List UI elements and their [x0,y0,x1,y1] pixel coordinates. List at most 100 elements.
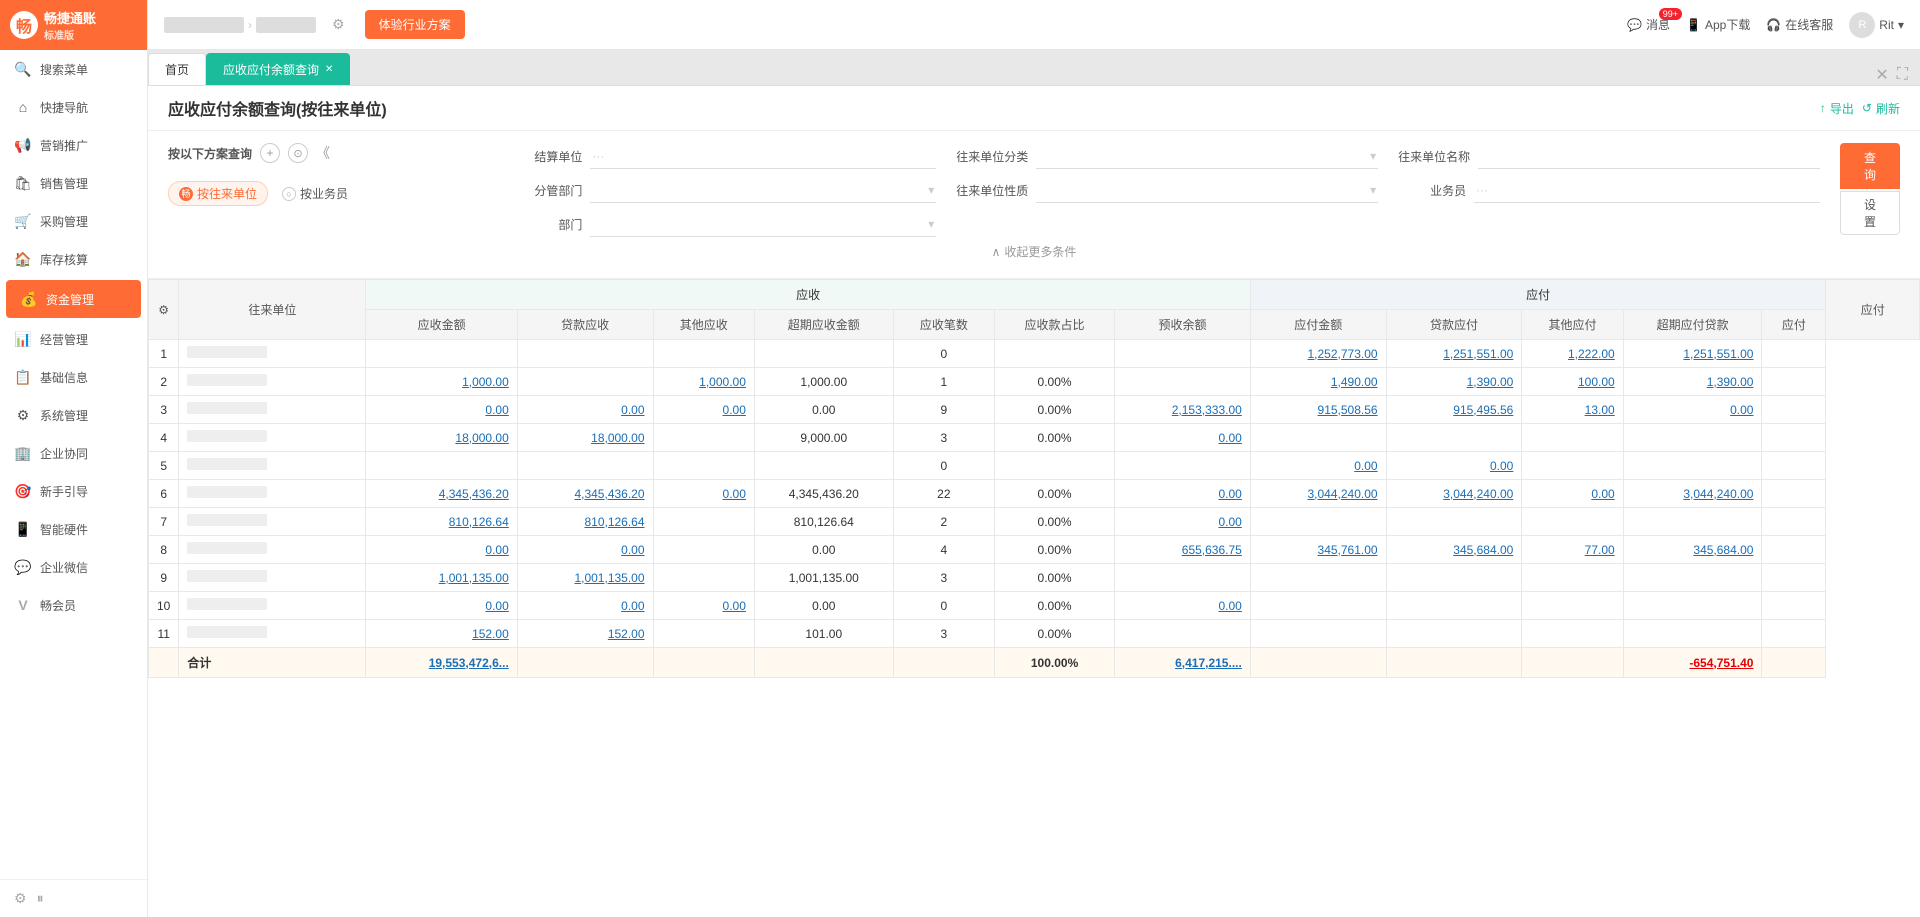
tab-close-icon[interactable]: ✕ [325,64,333,75]
partner-category-input[interactable]: ▾ [1036,143,1378,169]
marketing-icon: 📢 [14,136,32,154]
page-actions: ↑ 导出 ↺ 刷新 [1820,100,1900,117]
service-icon: 🎧 [1766,18,1781,32]
col-ar-other: 其他应收 [653,310,754,340]
tab-ar-ap[interactable]: 应收应付余额查询 ✕ [206,53,350,85]
filter-settings-action-btn[interactable]: 设置 [1840,191,1900,235]
ar-group-header: 应收 [366,280,1250,310]
app-download-btn[interactable]: 📱 App下载 [1686,16,1750,33]
win-expand-icon[interactable]: ⛶ [1897,66,1908,84]
sidebar-label-guide: 新手引导 [40,483,88,500]
sidebar-item-nav[interactable]: ⌂ 快捷导航 [0,88,147,126]
sidebar-item-finance[interactable]: 💰 资金管理 [6,280,141,318]
tab-home[interactable]: 首页 [148,53,206,85]
sidebar-label-corp: 企业协同 [40,445,88,462]
row-num: 3 [149,396,179,424]
sidebar-label-system: 系统管理 [40,407,88,424]
refresh-button[interactable]: ↺ 刷新 [1862,100,1900,117]
top-nav: › ⚙ 体验行业方案 💬 消息 99+ 📱 App下载 🎧 在线客服 [148,0,1920,50]
sidebar-label-inventory: 库存核算 [40,251,88,268]
logo-name: 畅捷通账 [44,8,96,27]
sidebar-label-basic: 基础信息 [40,369,88,386]
sidebar-item-search[interactable]: 🔍 搜索菜单 [0,50,147,88]
export-button[interactable]: ↑ 导出 [1820,100,1854,117]
user-info[interactable]: R Rit ▾ [1849,12,1904,38]
sidebar-item-system[interactable]: ⚙ 系统管理 [0,396,147,434]
guide-icon: 🎯 [14,482,32,500]
table-settings-header[interactable]: ⚙ [149,280,179,340]
app-icon: 📱 [1686,18,1701,32]
sidebar-item-basic[interactable]: 📋 基础信息 [0,358,147,396]
sidebar-label-purchase: 采购管理 [40,213,88,230]
message-btn[interactable]: 💬 消息 99+ [1627,16,1670,33]
online-service-btn[interactable]: 🎧 在线客服 [1766,16,1833,33]
partner-nature-input[interactable]: ▾ [1036,177,1378,203]
row-num: 10 [149,592,179,620]
tabs-bar: 首页 应收应付余额查询 ✕ ✕ ⛶ [148,50,1920,86]
col-ap-loan: 贷款应付 [1386,310,1522,340]
service-label: 在线客服 [1785,16,1833,33]
sidebar-item-purchase[interactable]: 🛒 采购管理 [0,202,147,240]
page-header: 应收应付余额查询(按往来单位) ↑ 导出 ↺ 刷新 [148,86,1920,131]
sidebar-collapse-icon[interactable]: ⏸ [37,890,44,907]
col-ar-prepaid: 预收余额 [1115,310,1251,340]
footer-ap-prepaid[interactable]: 6,417,215.... [1115,648,1251,678]
window-controls: ✕ ⛶ [1875,65,1920,85]
home-icon: ⌂ [14,98,32,116]
extra-col: 应付 [1826,280,1920,340]
row-partner [179,368,366,396]
row-partner [179,620,366,648]
sidebar-item-inventory[interactable]: 🏠 库存核算 [0,240,147,278]
sidebar-label-nav: 快捷导航 [40,99,88,116]
row-partner [179,480,366,508]
query-button[interactable]: 查询 [1840,143,1900,189]
dept-input[interactable]: ▾ [590,177,936,203]
filter-salesperson: 业务员 ··· [1398,177,1820,203]
filter-collapse-button[interactable]: 《 [316,143,330,163]
settlement-unit-input[interactable]: ··· [590,143,936,169]
filter-add-button[interactable]: + [260,143,280,163]
sidebar-item-marketing[interactable]: 📢 营销推广 [0,126,147,164]
page-title: 应收应付余额查询(按往来单位) [168,96,387,120]
member-icon: V [14,596,32,614]
settlement-unit-label: 结算单位 [514,148,582,165]
sidebar-settings-icon[interactable]: ⚙ [14,890,27,907]
collapse-more-btn[interactable]: ∧ 收起更多条件 [168,237,1900,266]
table-footer-row: 合计 19,553,472,6... 100.00% 6,417,215.... [149,648,1920,678]
sidebar-item-sales[interactable]: 🛍 销售管理 [0,164,147,202]
win-close-icon[interactable]: ✕ [1875,65,1888,85]
sidebar-item-corp[interactable]: 🏢 企业协同 [0,434,147,472]
main-area: › ⚙ 体验行业方案 💬 消息 99+ 📱 App下载 🎧 在线客服 [148,0,1920,917]
refresh-label: 刷新 [1876,100,1900,117]
salesperson-input[interactable]: ··· [1474,177,1820,203]
scheme-partner-btn[interactable]: 畅 按往来单位 [168,181,268,206]
sidebar-label-search: 搜索菜单 [40,61,88,78]
row-partner [179,452,366,480]
filter-settings-button[interactable]: ⊙ [288,143,308,163]
table-row: 4 18,000.00 18,000.00 9,000.00 3 0.00% 0… [149,424,1920,452]
row-partner [179,536,366,564]
footer-ar-total[interactable]: 19,553,472,6... [366,648,517,678]
corp-icon: 🏢 [14,444,32,462]
collapse-label: 收起更多条件 [1004,243,1076,260]
sidebar-item-guide[interactable]: 🎯 新手引导 [0,472,147,510]
filter-department: 部门 ▾ [514,211,936,237]
user-name: Rit [1879,18,1894,32]
sidebar-item-business[interactable]: 📊 经营管理 [0,320,147,358]
scheme-salesperson-btn[interactable]: ○ 按业务员 [272,182,358,205]
department-input[interactable]: ▾ [590,211,936,237]
filter-top: 按以下方案查询 + ⊙ 《 [168,143,494,163]
promo-button[interactable]: 体验行业方案 [365,10,465,39]
user-chevron-icon: ▾ [1898,18,1904,32]
partner-name-input[interactable] [1478,143,1820,169]
footer-ap-overdue[interactable]: -654,751.40 [1623,648,1762,678]
row-num: 2 [149,368,179,396]
footer-label: 合计 [179,648,366,678]
top-nav-gear-icon[interactable]: ⚙ [332,16,345,33]
sidebar-item-wechat[interactable]: 💬 企业微信 [0,548,147,586]
app-download-label: App下载 [1705,16,1750,33]
sidebar-item-member[interactable]: V 畅会员 [0,586,147,624]
tab-home-label: 首页 [165,61,189,78]
sidebar-item-hardware[interactable]: 📱 智能硬件 [0,510,147,548]
filter-scheme: 畅 按往来单位 ○ 按业务员 [168,181,494,206]
